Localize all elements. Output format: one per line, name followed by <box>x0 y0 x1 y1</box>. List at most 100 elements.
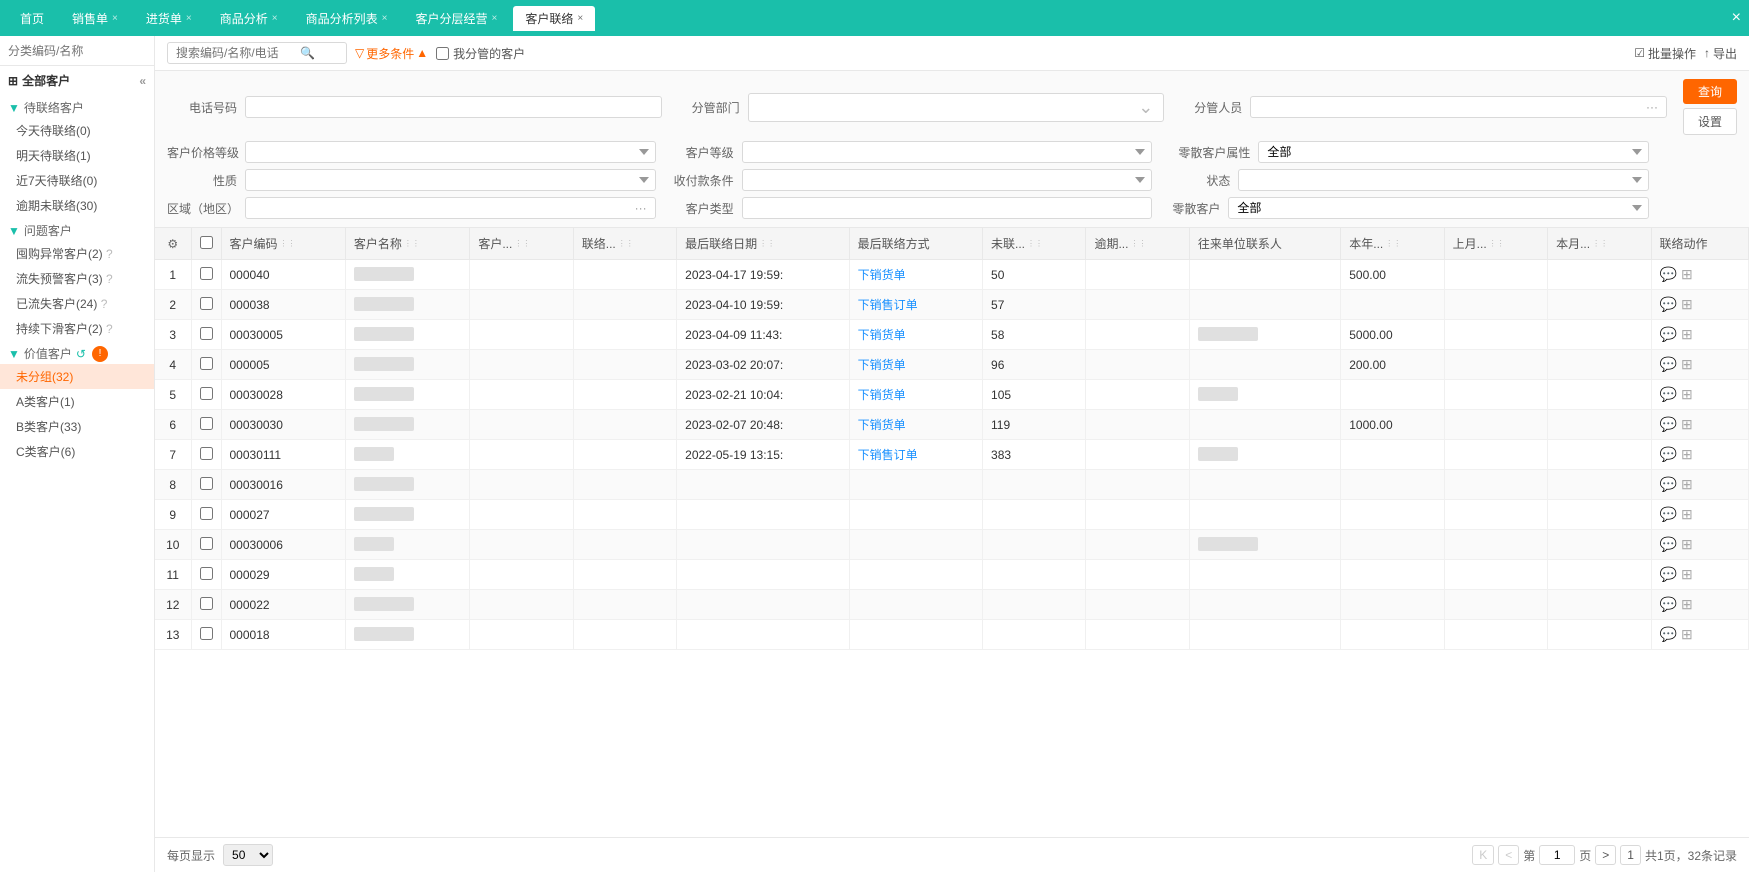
row-last-method-12[interactable] <box>849 590 982 620</box>
customer-table-wrap[interactable]: ⚙ 客户编码 ⋮⋮ 客户名称 <box>155 228 1749 837</box>
row-checkbox-6[interactable] <box>191 410 221 440</box>
sidebar-item-class-a[interactable]: A类客户(1) <box>0 389 154 414</box>
help-icon-declining[interactable]: ? <box>106 322 113 336</box>
col-checkbox-header[interactable] <box>191 228 221 260</box>
sort-last-date[interactable]: 最后联络日期 ⋮⋮ <box>685 235 775 252</box>
row-checkbox-13[interactable] <box>191 620 221 650</box>
action-more-icon-5[interactable]: ⊞ <box>1681 386 1693 403</box>
action-chat-icon-7[interactable]: 💬 <box>1660 446 1677 463</box>
my-customers-checkbox[interactable] <box>436 47 449 60</box>
help-icon-churn-warning[interactable]: ? <box>106 272 113 286</box>
close-goods-list-icon[interactable]: × <box>382 13 388 24</box>
filter-customer-type-input[interactable] <box>742 197 1153 219</box>
close-customer-tier-icon[interactable]: × <box>491 13 497 24</box>
action-more-icon-12[interactable]: ⊞ <box>1681 596 1693 613</box>
close-goods-analysis-icon[interactable]: × <box>272 13 278 24</box>
sidebar-item-class-b[interactable]: B类客户(33) <box>0 414 154 439</box>
sidebar-group-problem[interactable]: ▼ 问题客户 <box>0 218 154 241</box>
close-window-button[interactable]: × <box>1732 9 1741 27</box>
sidebar-group-value[interactable]: ▼ 价值客户 ↺ ! <box>0 341 154 364</box>
filter-retail-attr-select[interactable]: 全部 <box>1258 141 1649 163</box>
sidebar-item-churned[interactable]: 已流失客户(24) ? <box>0 291 154 316</box>
row-last-method-5[interactable]: 下销货单 <box>849 380 982 410</box>
action-more-icon-9[interactable]: ⊞ <box>1681 506 1693 523</box>
last-method-link-7[interactable]: 下销售订单 <box>858 448 918 462</box>
action-more-icon-3[interactable]: ⊞ <box>1681 326 1693 343</box>
last-method-link-4[interactable]: 下销货单 <box>858 358 906 372</box>
action-more-icon-8[interactable]: ⊞ <box>1681 476 1693 493</box>
row-last-method-4[interactable]: 下销货单 <box>849 350 982 380</box>
filter-nature-select[interactable] <box>245 169 656 191</box>
sidebar-search-input[interactable] <box>8 44 155 58</box>
row-last-method-8[interactable] <box>849 470 982 500</box>
sidebar-item-abnormal[interactable]: 囤购异常客户(2) ? <box>0 241 154 266</box>
row-checkbox-11[interactable] <box>191 560 221 590</box>
action-more-icon-13[interactable]: ⊞ <box>1681 626 1693 643</box>
action-chat-icon-4[interactable]: 💬 <box>1660 356 1677 373</box>
sort-type[interactable]: 客户... ⋮⋮ <box>478 235 530 252</box>
query-button[interactable]: 查询 <box>1683 79 1737 104</box>
sidebar-item-churn-warning[interactable]: 流失预警客户(3) ? <box>0 266 154 291</box>
sidebar-group-pending[interactable]: ▼ 待联络客户 <box>0 95 154 118</box>
action-chat-icon-5[interactable]: 💬 <box>1660 386 1677 403</box>
col-settings[interactable]: ⚙ <box>155 228 191 260</box>
action-chat-icon-1[interactable]: 💬 <box>1660 266 1677 283</box>
row-checkbox-10[interactable] <box>191 530 221 560</box>
search-input[interactable] <box>176 46 296 60</box>
tab-customer-contact[interactable]: 客户联络 × <box>513 6 595 31</box>
next-page-button[interactable]: > <box>1595 845 1616 865</box>
action-more-icon-11[interactable]: ⊞ <box>1681 566 1693 583</box>
close-customer-contact-icon[interactable]: × <box>577 13 583 24</box>
action-more-icon-1[interactable]: ⊞ <box>1681 266 1693 283</box>
filter-region-dots[interactable]: ··· <box>245 197 656 219</box>
help-icon-abnormal[interactable]: ? <box>106 247 113 261</box>
filter-price-level-select[interactable] <box>245 141 656 163</box>
last-method-link-1[interactable]: 下销货单 <box>858 268 906 282</box>
first-page-button[interactable]: K <box>1472 845 1494 865</box>
batch-op-button[interactable]: ☑ 批量操作 <box>1634 45 1696 62</box>
filter-manager-dots[interactable]: ··· <box>1250 96 1667 118</box>
action-more-icon-10[interactable]: ⊞ <box>1681 536 1693 553</box>
tab-goods-analysis[interactable]: 商品分析 × <box>208 6 290 31</box>
sort-this-month[interactable]: 本月... ⋮⋮ <box>1556 235 1608 252</box>
row-checkbox-2[interactable] <box>191 290 221 320</box>
sort-overdue[interactable]: 逾期... ⋮⋮ <box>1094 235 1146 252</box>
per-page-select[interactable]: 50 20 100 <box>223 844 273 866</box>
action-chat-icon-10[interactable]: 💬 <box>1660 536 1677 553</box>
row-last-method-9[interactable] <box>849 500 982 530</box>
action-chat-icon-13[interactable]: 💬 <box>1660 626 1677 643</box>
sidebar-item-week[interactable]: 近7天待联络(0) <box>0 168 154 193</box>
action-more-icon-2[interactable]: ⊞ <box>1681 296 1693 313</box>
action-chat-icon-9[interactable]: 💬 <box>1660 506 1677 523</box>
action-chat-icon-6[interactable]: 💬 <box>1660 416 1677 433</box>
row-last-method-1[interactable]: 下销货单 <box>849 260 982 290</box>
sort-year-amount[interactable]: 本年... ⋮⋮ <box>1349 235 1401 252</box>
tab-goods-list[interactable]: 商品分析列表 × <box>294 6 400 31</box>
row-checkbox-9[interactable] <box>191 500 221 530</box>
export-button[interactable]: ↑ 导出 <box>1704 45 1737 62</box>
action-more-icon-7[interactable]: ⊞ <box>1681 446 1693 463</box>
sidebar-item-today[interactable]: 今天待联络(0) <box>0 118 154 143</box>
filter-retail-customer-select[interactable]: 全部 <box>1228 197 1649 219</box>
row-checkbox-8[interactable] <box>191 470 221 500</box>
filter-customer-level-select[interactable] <box>742 141 1153 163</box>
sort-name[interactable]: 客户名称 ⋮⋮ <box>354 235 420 252</box>
close-purchase-icon[interactable]: × <box>186 13 192 24</box>
row-checkbox-5[interactable] <box>191 380 221 410</box>
action-more-icon-4[interactable]: ⊞ <box>1681 356 1693 373</box>
row-checkbox-12[interactable] <box>191 590 221 620</box>
refresh-icon[interactable]: ↺ <box>76 347 86 361</box>
filter-phone-input[interactable] <box>245 96 662 118</box>
search-icon[interactable]: 🔍 <box>300 46 315 60</box>
prev-page-button[interactable]: < <box>1498 845 1519 865</box>
action-chat-icon-8[interactable]: 💬 <box>1660 476 1677 493</box>
tab-purchase[interactable]: 进货单 × <box>134 6 204 31</box>
action-chat-icon-11[interactable]: 💬 <box>1660 566 1677 583</box>
sort-last-month[interactable]: 上月... ⋮⋮ <box>1453 235 1505 252</box>
sort-contact[interactable]: 联络... ⋮⋮ <box>582 235 634 252</box>
row-last-method-13[interactable] <box>849 620 982 650</box>
action-chat-icon-3[interactable]: 💬 <box>1660 326 1677 343</box>
last-method-link-2[interactable]: 下销售订单 <box>858 298 918 312</box>
filter-dept-select[interactable]: ⌄ <box>748 93 1165 122</box>
sidebar-item-class-c[interactable]: C类客户(6) <box>0 439 154 464</box>
